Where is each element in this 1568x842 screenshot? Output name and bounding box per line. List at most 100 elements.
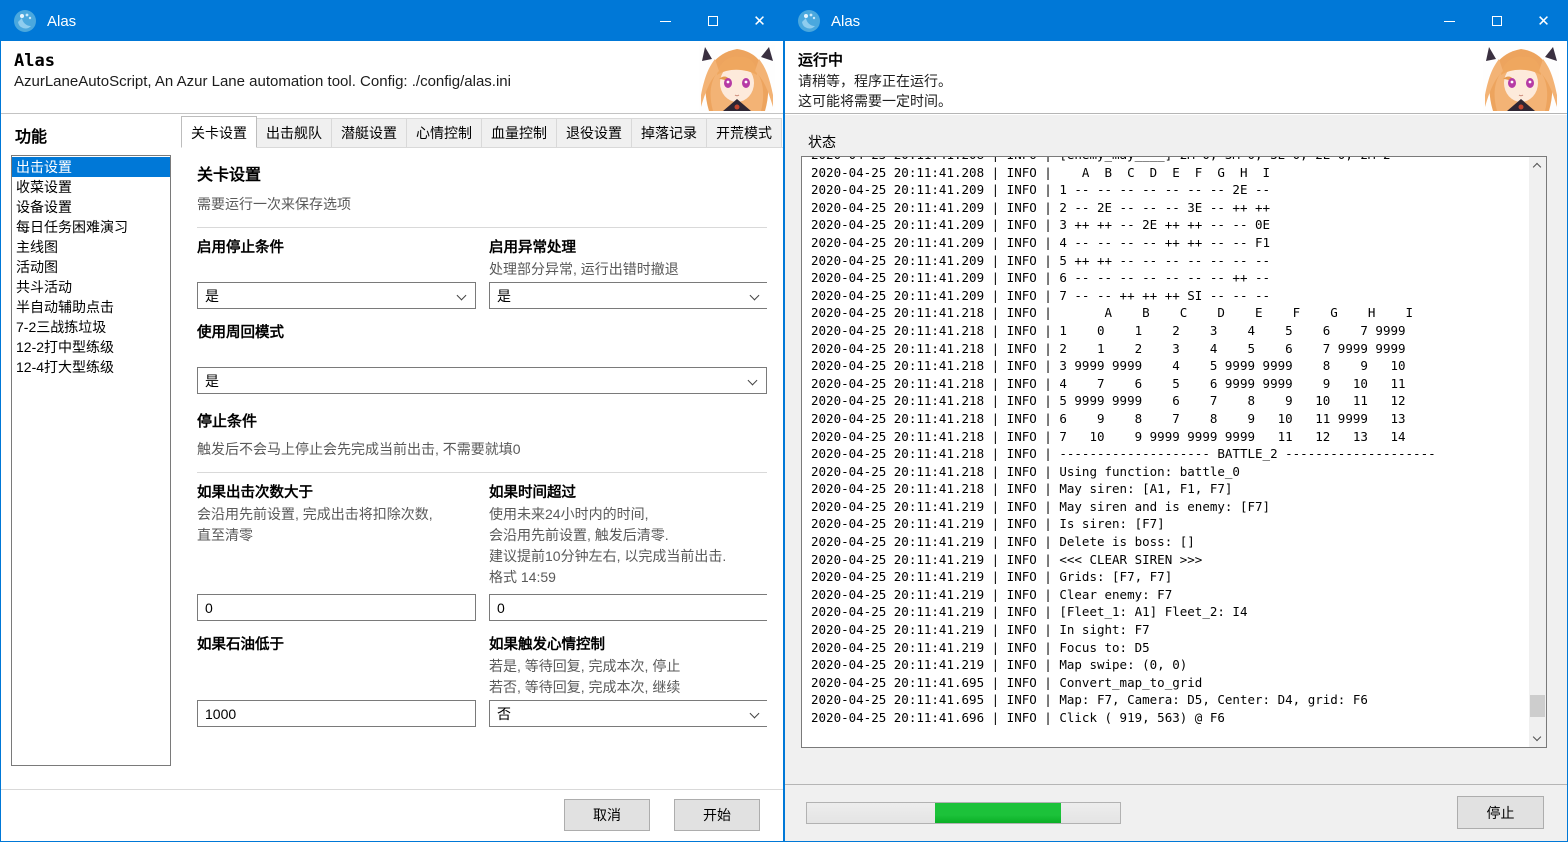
if-emotion-select[interactable]: 否 <box>489 700 767 727</box>
window-title: Alas <box>831 13 1426 30</box>
stop-section-desc: 触发后不会马上停止会先完成当前出击, 不需要就填0 <box>197 439 767 459</box>
progress-fill <box>935 803 1061 823</box>
tab[interactable]: 潜艇设置 <box>331 118 407 147</box>
log-line: 2020-04-25 20:11:41.218 | INFO | -------… <box>811 445 1529 463</box>
log-line: 2020-04-25 20:11:41.218 | INFO | May sir… <box>811 480 1529 498</box>
tab[interactable]: 出击舰队 <box>256 118 332 147</box>
maximize-button[interactable] <box>1473 1 1520 41</box>
log-line: 2020-04-25 20:11:41.218 | INFO | A B C D… <box>811 304 1529 322</box>
cancel-button[interactable]: 取消 <box>564 799 650 831</box>
maximize-button[interactable] <box>689 1 736 41</box>
window-config: Alas ✕ Alas AzurLaneAutoScript, An Azur … <box>0 0 784 842</box>
sidebar-item[interactable]: 设备设置 <box>12 197 170 217</box>
log-box[interactable]: 2020-04-25 20:11:41.208 | INFO | [enemy_… <box>801 156 1547 748</box>
stop-section-title: 停止条件 <box>197 410 767 431</box>
window-title: Alas <box>47 13 642 30</box>
field-loop-mode: 使用周回模式 是 <box>197 323 767 394</box>
sidebar-item[interactable]: 半自动辅助点击 <box>12 297 170 317</box>
titlebar[interactable]: Alas ✕ <box>1 1 783 41</box>
divider <box>197 227 767 228</box>
field-if-oil: 如果石油低于 <box>197 635 476 727</box>
log-content: 2020-04-25 20:11:41.208 | INFO | [enemy_… <box>811 157 1529 727</box>
config-body: 功能 出击设置收菜设置设备设置每日任务困难演习主线图活动图共斗活动半自动辅助点击… <box>1 115 783 841</box>
tab[interactable]: 心情控制 <box>406 118 482 147</box>
chevron-down-icon <box>750 291 760 301</box>
field-desc: 会沿用先前设置, 完成出击将扣除次数, 直至清零 <box>197 504 476 592</box>
log-line: 2020-04-25 20:11:41.218 | INFO | 6 9 8 7… <box>811 410 1529 428</box>
scroll-up-button[interactable] <box>1529 157 1546 174</box>
window-running: Alas ✕ 运行中 请稍等，程序正在运行。 这可能将需要一定时间。 状态 <box>784 0 1568 842</box>
status-label: 状态 <box>808 132 836 152</box>
sidebar-item[interactable]: 12-4打大型练级 <box>12 357 170 377</box>
log-line: 2020-04-25 20:11:41.219 | INFO | Focus t… <box>811 639 1529 657</box>
log-line: 2020-04-25 20:11:41.208 | INFO | A B C D… <box>811 164 1529 182</box>
log-scroll-area[interactable]: 2020-04-25 20:11:41.208 | INFO | [enemy_… <box>802 157 1529 747</box>
log-line: 2020-04-25 20:11:41.218 | INFO | 1 0 1 2… <box>811 322 1529 340</box>
field-if-emotion: 如果触发心情控制 若是, 等待回复, 完成本次, 停止 若否, 等待回复, 完成… <box>489 635 767 727</box>
progress-bar <box>806 802 1121 824</box>
log-line: 2020-04-25 20:11:41.218 | INFO | 5 9999 … <box>811 392 1529 410</box>
scroll-down-button[interactable] <box>1529 730 1546 747</box>
log-line: 2020-04-25 20:11:41.218 | INFO | 4 7 6 5… <box>811 375 1529 393</box>
stop-button[interactable]: 停止 <box>1457 796 1544 829</box>
run-header: 运行中 请稍等，程序正在运行。 这可能将需要一定时间。 <box>785 41 1567 114</box>
sidebar-item[interactable]: 主线图 <box>12 237 170 257</box>
settings-panel: 关卡设置出击舰队潜艇设置心情控制血量控制退役设置掉落记录开荒模式 关卡设置 需要… <box>179 115 783 841</box>
if-time-input[interactable] <box>489 594 767 621</box>
log-line: 2020-04-25 20:11:41.696 | INFO | Click (… <box>811 709 1529 727</box>
field-if-time: 如果时间超过 使用未来24小时内的时间, 会沿用先前设置, 触发后清零. 建议提… <box>489 483 767 621</box>
tab-bar: 关卡设置出击舰队潜艇设置心情控制血量控制退役设置掉落记录开荒模式 <box>181 122 783 148</box>
tab[interactable]: 开荒模式 <box>706 118 782 147</box>
log-line: 2020-04-25 20:11:41.219 | INFO | Grids: … <box>811 568 1529 586</box>
scrollbar-thumb[interactable] <box>1530 695 1545 717</box>
field-if-count: 如果出击次数大于 会沿用先前设置, 完成出击将扣除次数, 直至清零 <box>197 483 476 621</box>
tab[interactable]: 血量控制 <box>481 118 557 147</box>
close-icon: ✕ <box>753 14 766 29</box>
chevron-down-icon <box>748 376 758 386</box>
field-label: 启用停止条件 <box>197 238 476 259</box>
loop-mode-select[interactable]: 是 <box>197 367 767 394</box>
log-scrollbar[interactable] <box>1529 157 1546 747</box>
if-oil-input[interactable] <box>197 700 476 727</box>
close-icon: ✕ <box>1537 14 1550 29</box>
enable-exception-select[interactable]: 是 <box>489 282 767 309</box>
field-label: 使用周回模式 <box>197 323 767 344</box>
function-list[interactable]: 出击设置收菜设置设备设置每日任务困难演习主线图活动图共斗活动半自动辅助点击7-2… <box>11 155 171 766</box>
maximize-icon <box>1492 16 1502 26</box>
log-line: 2020-04-25 20:11:41.219 | INFO | <<< CLE… <box>811 551 1529 569</box>
field-label: 启用异常处理 <box>489 238 767 259</box>
select-value: 是 <box>205 286 219 306</box>
start-button[interactable]: 开始 <box>674 799 760 831</box>
sidebar-item[interactable]: 活动图 <box>12 257 170 277</box>
tab[interactable]: 掉落记录 <box>631 118 707 147</box>
titlebar[interactable]: Alas ✕ <box>785 1 1567 41</box>
field-label: 如果触发心情控制 <box>489 635 767 656</box>
minimize-button[interactable] <box>1426 1 1473 41</box>
if-count-input[interactable] <box>197 594 476 621</box>
log-line: 2020-04-25 20:11:41.208 | INFO | [enemy_… <box>811 157 1529 164</box>
log-line: 2020-04-25 20:11:41.209 | INFO | 6 -- --… <box>811 269 1529 287</box>
log-line: 2020-04-25 20:11:41.219 | INFO | [Fleet_… <box>811 603 1529 621</box>
minimize-icon <box>660 21 671 22</box>
maximize-icon <box>708 16 718 26</box>
sidebar-item[interactable]: 每日任务困难演习 <box>12 217 170 237</box>
field-enable-exception: 启用异常处理 处理部分异常, 运行出错时撤退 是 <box>489 238 767 309</box>
close-button[interactable]: ✕ <box>1520 1 1567 41</box>
chevron-down-icon <box>1533 733 1541 741</box>
field-desc: 使用未来24小时内的时间, 会沿用先前设置, 触发后清零. 建议提前10分钟左右… <box>489 504 767 592</box>
sidebar-item[interactable]: 12-2打中型练级 <box>12 337 170 357</box>
avatar <box>1483 45 1559 111</box>
log-line: 2020-04-25 20:11:41.695 | INFO | Convert… <box>811 674 1529 692</box>
log-line: 2020-04-25 20:11:41.209 | INFO | 7 -- --… <box>811 287 1529 305</box>
tab[interactable]: 退役设置 <box>556 118 632 147</box>
sidebar-item[interactable]: 收菜设置 <box>12 177 170 197</box>
log-line: 2020-04-25 20:11:41.219 | INFO | In sigh… <box>811 621 1529 639</box>
minimize-button[interactable] <box>642 1 689 41</box>
sidebar-item[interactable]: 7-2三战拣垃圾 <box>12 317 170 337</box>
close-button[interactable]: ✕ <box>736 1 783 41</box>
tab[interactable]: 关卡设置 <box>181 116 257 148</box>
sidebar-item[interactable]: 出击设置 <box>12 157 170 177</box>
enable-stop-select[interactable]: 是 <box>197 282 476 309</box>
sidebar-item[interactable]: 共斗活动 <box>12 277 170 297</box>
app-icon <box>13 9 37 33</box>
